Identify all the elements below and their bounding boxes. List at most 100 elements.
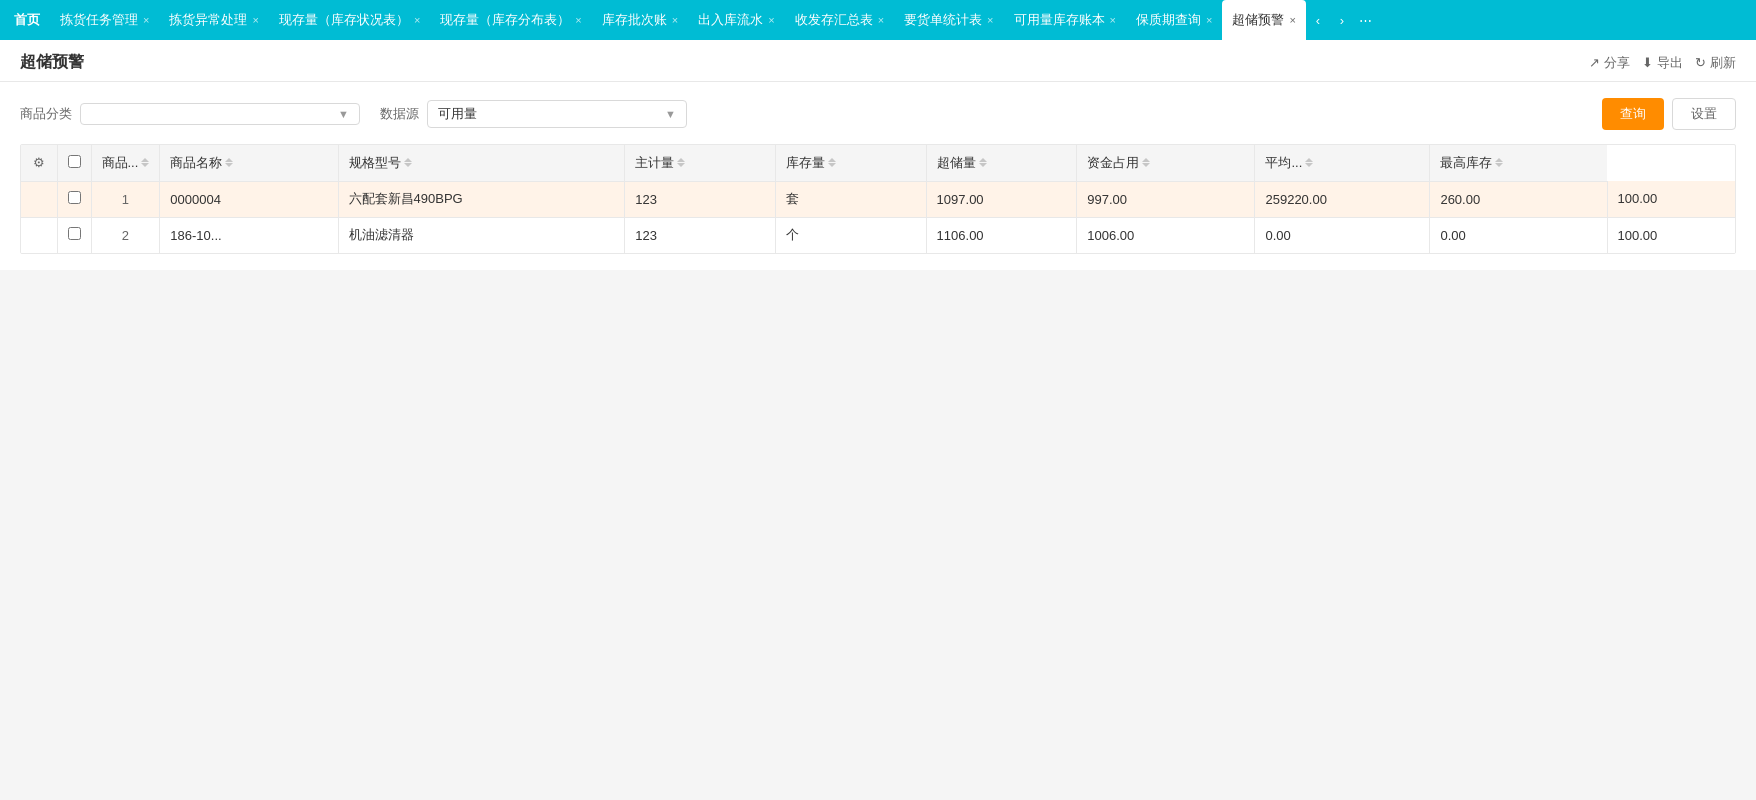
sort-icon-product-code <box>141 158 149 167</box>
row-checkbox-1[interactable] <box>68 227 81 240</box>
row-checkbox-cell-1 <box>57 217 91 253</box>
query-button[interactable]: 查询 <box>1602 98 1664 130</box>
sort-stock[interactable]: 库存量 <box>786 154 836 172</box>
share-button[interactable]: ↗ 分享 <box>1589 54 1630 72</box>
nav-close-2[interactable]: × <box>252 14 258 26</box>
refresh-label: 刷新 <box>1710 54 1736 72</box>
sort-icon-spec <box>404 158 412 167</box>
th-stock-label: 库存量 <box>786 154 825 172</box>
share-icon: ↗ <box>1589 55 1600 70</box>
th-capital-label: 资金占用 <box>1087 154 1139 172</box>
th-avg-label: 平均... <box>1265 154 1302 172</box>
filter-row: 商品分类 ▼ 数据源 可用量 ▼ 查询 设置 <box>20 98 1736 130</box>
sort-icon-product-name <box>225 158 233 167</box>
nav-item-8[interactable]: 要货单统计表 × <box>894 0 1003 40</box>
sort-icon-avg <box>1305 158 1313 167</box>
nav-close-3[interactable]: × <box>414 14 420 26</box>
row-spec-0: 123 <box>625 181 776 217</box>
sort-icon-overstock <box>979 158 987 167</box>
th-max-stock: 最高库存 <box>1430 145 1607 181</box>
sort-icon-unit <box>677 158 685 167</box>
filter-category: 商品分类 ▼ <box>20 103 360 125</box>
nav-prev-arrow[interactable]: ‹ <box>1306 0 1330 40</box>
nav-close-4[interactable]: × <box>575 14 581 26</box>
row-checkbox-cell-0 <box>57 181 91 217</box>
sort-avg[interactable]: 平均... <box>1265 154 1313 172</box>
nav-item-1[interactable]: 拣货任务管理 × <box>50 0 159 40</box>
row-gear-1 <box>21 217 57 253</box>
filter-actions: 查询 设置 <box>1602 98 1736 130</box>
select-all-checkbox[interactable] <box>68 155 81 168</box>
nav-item-4[interactable]: 现存量（库存分布表） × <box>430 0 591 40</box>
category-select[interactable]: ▼ <box>80 103 360 125</box>
table-container: ⚙ 商品... <box>20 144 1736 254</box>
row-capital-0: 259220.00 <box>1255 181 1430 217</box>
nav-label-10: 保质期查询 <box>1136 11 1201 29</box>
settings-button[interactable]: 设置 <box>1672 98 1736 130</box>
refresh-button[interactable]: ↻ 刷新 <box>1695 54 1736 72</box>
nav-item-11[interactable]: 超储预警 × <box>1222 0 1305 40</box>
nav-item-6[interactable]: 出入库流水 × <box>688 0 784 40</box>
datasource-label: 数据源 <box>380 105 419 123</box>
sort-max-stock[interactable]: 最高库存 <box>1440 154 1503 172</box>
sort-product-name[interactable]: 商品名称 <box>170 154 233 172</box>
nav-bar: 首页 拣货任务管理 × 拣货异常处理 × 现存量（库存状况表） × 现存量（库存… <box>0 0 1756 40</box>
nav-item-3[interactable]: 现存量（库存状况表） × <box>269 0 430 40</box>
th-spec: 规格型号 <box>338 145 625 181</box>
th-stock: 库存量 <box>775 145 926 181</box>
nav-close-5[interactable]: × <box>672 14 678 26</box>
row-avg-1: 0.00 <box>1430 217 1607 253</box>
nav-close-7[interactable]: × <box>878 14 884 26</box>
page-header: 超储预警 ↗ 分享 ⬇ 导出 ↻ 刷新 <box>0 40 1756 82</box>
th-product-name: 商品名称 <box>160 145 338 181</box>
export-button[interactable]: ⬇ 导出 <box>1642 54 1683 72</box>
th-product-name-label: 商品名称 <box>170 154 222 172</box>
nav-label-6: 出入库流水 <box>698 11 763 29</box>
row-num-1: 2 <box>91 217 160 253</box>
sort-icon-capital <box>1142 158 1150 167</box>
filter-datasource: 数据源 可用量 ▼ <box>380 100 687 128</box>
nav-close-1[interactable]: × <box>143 14 149 26</box>
main-content: 商品分类 ▼ 数据源 可用量 ▼ 查询 设置 ⚙ <box>0 82 1756 270</box>
sort-unit[interactable]: 主计量 <box>635 154 685 172</box>
datasource-select[interactable]: 可用量 ▼ <box>427 100 687 128</box>
row-spec-1: 123 <box>625 217 776 253</box>
nav-close-11[interactable]: × <box>1289 14 1295 26</box>
nav-label-2: 拣货异常处理 <box>169 11 247 29</box>
sort-overstock[interactable]: 超储量 <box>937 154 987 172</box>
header-actions: ↗ 分享 ⬇ 导出 ↻ 刷新 <box>1589 54 1736 72</box>
nav-item-home-label: 首页 <box>14 11 40 29</box>
datasource-dropdown-icon: ▼ <box>665 108 676 120</box>
sort-spec[interactable]: 规格型号 <box>349 154 412 172</box>
sort-capital[interactable]: 资金占用 <box>1087 154 1150 172</box>
nav-item-9[interactable]: 可用量库存账本 × <box>1004 0 1126 40</box>
th-product-code: 商品... <box>91 145 160 181</box>
nav-label-9: 可用量库存账本 <box>1014 11 1105 29</box>
row-num-0: 1 <box>91 181 160 217</box>
nav-label-4: 现存量（库存分布表） <box>440 11 570 29</box>
row-checkbox-0[interactable] <box>68 191 81 204</box>
row-stock-1: 1106.00 <box>926 217 1077 253</box>
gear-icon[interactable]: ⚙ <box>33 155 45 170</box>
sort-product-code[interactable]: 商品... <box>102 154 150 172</box>
th-gear: ⚙ <box>21 145 57 181</box>
share-label: 分享 <box>1604 54 1630 72</box>
nav-close-10[interactable]: × <box>1206 14 1212 26</box>
nav-label-11: 超储预警 <box>1232 11 1284 29</box>
nav-item-2[interactable]: 拣货异常处理 × <box>159 0 268 40</box>
nav-close-9[interactable]: × <box>1110 14 1116 26</box>
row-gear-0 <box>21 181 57 217</box>
table-header-row: ⚙ 商品... <box>21 145 1735 181</box>
nav-item-10[interactable]: 保质期查询 × <box>1126 0 1222 40</box>
row-capital-1: 0.00 <box>1255 217 1430 253</box>
nav-next-arrow[interactable]: › <box>1330 0 1354 40</box>
refresh-icon: ↻ <box>1695 55 1706 70</box>
nav-more-arrow[interactable]: ⋯ <box>1354 0 1378 40</box>
nav-close-8[interactable]: × <box>987 14 993 26</box>
row-max-stock-1: 100.00 <box>1607 217 1735 253</box>
row-stock-0: 1097.00 <box>926 181 1077 217</box>
nav-item-7[interactable]: 收发存汇总表 × <box>785 0 894 40</box>
nav-item-5[interactable]: 库存批次账 × <box>592 0 688 40</box>
nav-close-6[interactable]: × <box>768 14 774 26</box>
nav-item-home[interactable]: 首页 <box>4 0 50 40</box>
